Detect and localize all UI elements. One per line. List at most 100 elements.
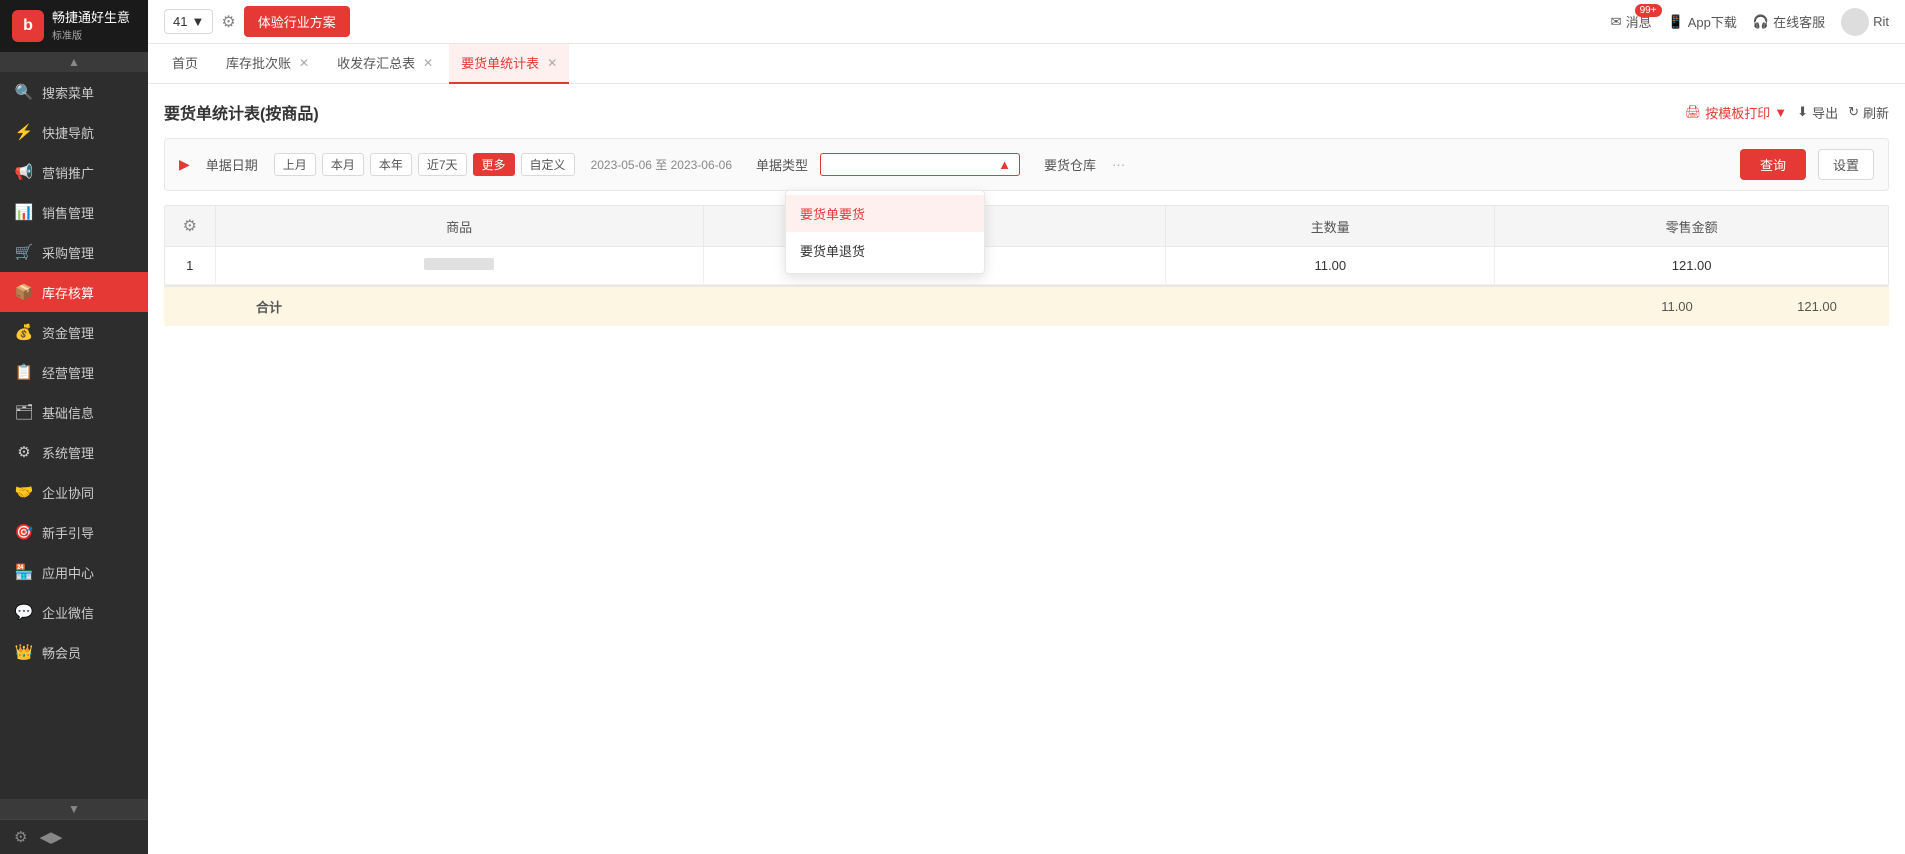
- user-name: Rit: [1873, 14, 1889, 29]
- sidebar-item-shortcut[interactable]: ⚡ 快捷导航: [0, 112, 148, 152]
- sidebar-item-search[interactable]: 🔍 搜索菜单: [0, 72, 148, 112]
- date-btn-custom[interactable]: 自定义: [521, 153, 575, 176]
- sidebar-scroll-down[interactable]: ▼: [0, 799, 148, 819]
- sidebar-item-purchase[interactable]: 🛒采购管理: [0, 232, 148, 272]
- date-btn-this-year[interactable]: 本年: [370, 153, 412, 176]
- basic-icon: 🗂: [14, 402, 34, 422]
- user-avatar-area[interactable]: Rit: [1841, 8, 1889, 36]
- topbar-right: ✉ 消息 99+ 📱 App下载 🎧 在线客服 Rit: [1611, 8, 1889, 36]
- sidebar-item-wechat[interactable]: 💬企业微信: [0, 592, 148, 632]
- tab-label: 首页: [172, 53, 198, 72]
- dropdown-value: 41: [173, 14, 187, 29]
- collab-icon: 🤝: [14, 482, 34, 502]
- tab-close-icon[interactable]: ✕: [423, 56, 433, 70]
- sidebar-label-search: 搜索菜单: [42, 83, 94, 102]
- sidebar-label-collab: 企业协同: [42, 483, 94, 502]
- topbar: 41 ▼ ⚙ 体验行业方案 ✉ 消息 99+ 📱 App下载 🎧 在线客服 R: [148, 0, 1905, 44]
- settings-icon[interactable]: ⚙: [14, 828, 27, 846]
- print-dropdown-icon: ▼: [1774, 105, 1787, 120]
- cell-index: 1: [165, 247, 215, 285]
- app-title: 畅捷通好生意: [52, 10, 130, 27]
- refresh-button[interactable]: ↻ 刷新: [1848, 103, 1889, 122]
- message-icon: ✉: [1611, 14, 1622, 30]
- marketing-icon: 📢: [14, 162, 34, 182]
- sidebar-item-marketing[interactable]: 📢营销推广: [0, 152, 148, 192]
- page-title: 要货单统计表(按商品): [164, 100, 319, 124]
- tab-库存批次账[interactable]: 库存批次账✕: [214, 44, 321, 84]
- cell-quantity: 11.00: [1166, 247, 1495, 285]
- sidebar-label-appstore: 应用中心: [42, 563, 94, 582]
- tab-close-icon[interactable]: ✕: [547, 56, 557, 70]
- topbar-dropdown[interactable]: 41 ▼: [164, 9, 213, 34]
- refresh-icon: ↻: [1848, 104, 1859, 120]
- sidebar-item-basic[interactable]: 🗂 基础信息: [0, 392, 148, 432]
- type-filter-dropdown[interactable]: ▲: [820, 153, 1020, 176]
- collapse-icon[interactable]: ◀▶: [39, 828, 62, 846]
- query-button[interactable]: 查询: [1740, 149, 1806, 180]
- date-btn-7days[interactable]: 近7天: [418, 153, 467, 176]
- messages-button[interactable]: ✉ 消息 99+: [1611, 12, 1652, 31]
- date-filter-label: 单据日期: [206, 155, 258, 174]
- sidebar-item-appstore[interactable]: 🏪 应用中心: [0, 552, 148, 592]
- service-label: 在线客服: [1773, 12, 1825, 31]
- sidebar-item-sales[interactable]: 📊销售管理: [0, 192, 148, 232]
- tab-收发存汇总表[interactable]: 收发存汇总表✕: [325, 44, 445, 84]
- tab-首页[interactable]: 首页: [160, 44, 210, 84]
- messages-badge: 99+: [1635, 4, 1662, 17]
- sidebar-item-member[interactable]: 👑畅会员: [0, 632, 148, 672]
- sidebar-label-inventory: 库存核算: [42, 283, 94, 302]
- sidebar-item-inventory[interactable]: 📦 库存核算: [0, 272, 148, 312]
- warehouse-filter-label: 要货仓库: [1044, 155, 1096, 174]
- content-area: 要货单统计表(按商品) 🖨 按模板打印 ▼ ⬇ 导出 ↻ 刷新: [148, 84, 1905, 854]
- sidebar-bottom: ⚙ ◀▶: [0, 819, 148, 854]
- sidebar-label-wechat: 企业微信: [42, 603, 94, 622]
- sidebar-item-finance[interactable]: 💰资金管理: [0, 312, 148, 352]
- cell-product: [215, 247, 703, 285]
- shortcut-icon: ⚡: [14, 122, 34, 142]
- chevron-down-icon: ▼: [191, 14, 204, 29]
- date-btn-more[interactable]: 更多: [473, 153, 515, 176]
- data-table-wrap: ⚙ 商品 主计量单位 主数量 零售金额 1 块: [164, 205, 1889, 286]
- online-service-button[interactable]: 🎧 在线客服: [1753, 12, 1825, 31]
- filter-expand-icon[interactable]: ▶: [179, 156, 190, 173]
- appstore-icon: 🏪: [14, 562, 34, 582]
- operation-icon: 📋: [14, 362, 34, 382]
- sidebar-label-shortcut: 快捷导航: [42, 123, 94, 142]
- dropdown-option[interactable]: 要货单要货: [786, 195, 984, 232]
- sidebar-item-guide[interactable]: 🎯新手引导: [0, 512, 148, 552]
- sidebar-item-operation[interactable]: 📋经营管理: [0, 352, 148, 392]
- sidebar-scroll-up[interactable]: ▲: [0, 52, 148, 72]
- tab-close-icon[interactable]: ✕: [299, 56, 309, 70]
- col-quantity: 主数量: [1166, 206, 1495, 247]
- app-download-button[interactable]: 📱 App下载: [1668, 12, 1737, 31]
- filter-more-icon[interactable]: ···: [1112, 157, 1125, 172]
- sidebar-item-collab[interactable]: 🤝 企业协同: [0, 472, 148, 512]
- tab-要货单统计表[interactable]: 要货单统计表✕: [449, 44, 569, 84]
- print-button[interactable]: 🖨 按模板打印 ▼: [1685, 103, 1787, 122]
- gear-icon[interactable]: ⚙: [183, 218, 197, 235]
- footer-label: 合计: [176, 297, 282, 316]
- date-btn-last-month[interactable]: 上月: [274, 153, 316, 176]
- date-btn-this-month[interactable]: 本月: [322, 153, 364, 176]
- inventory-icon: 📦: [14, 282, 34, 302]
- member-icon: 👑: [14, 642, 34, 662]
- export-button[interactable]: ⬇ 导出: [1797, 103, 1838, 122]
- trial-button[interactable]: 体验行业方案: [244, 6, 350, 37]
- user-avatar: [1841, 8, 1869, 36]
- search-icon: 🔍: [14, 82, 34, 102]
- print-icon: 🖨: [1685, 104, 1702, 120]
- topbar-settings-icon[interactable]: ⚙: [221, 12, 235, 32]
- system-icon: ⚙: [14, 442, 34, 462]
- app-download-label: App下载: [1688, 12, 1737, 31]
- sidebar-item-system[interactable]: ⚙系统管理: [0, 432, 148, 472]
- sidebar-label-basic: 基础信息: [42, 403, 94, 422]
- sidebar-logo: b 畅捷通好生意 标准版: [0, 0, 148, 52]
- purchase-icon: 🛒: [14, 242, 34, 262]
- guide-icon: 🎯: [14, 522, 34, 542]
- col-settings[interactable]: ⚙: [165, 206, 215, 247]
- finance-icon: 💰: [14, 322, 34, 342]
- filter-bar: ▶ 单据日期 上月 本月 本年 近7天 更多 自定义 2023-05-06 至 …: [164, 138, 1889, 191]
- date-options: 上月 本月 本年 近7天 更多 自定义: [274, 153, 575, 176]
- setup-button[interactable]: 设置: [1818, 149, 1874, 180]
- dropdown-option[interactable]: 要货单退货: [786, 232, 984, 269]
